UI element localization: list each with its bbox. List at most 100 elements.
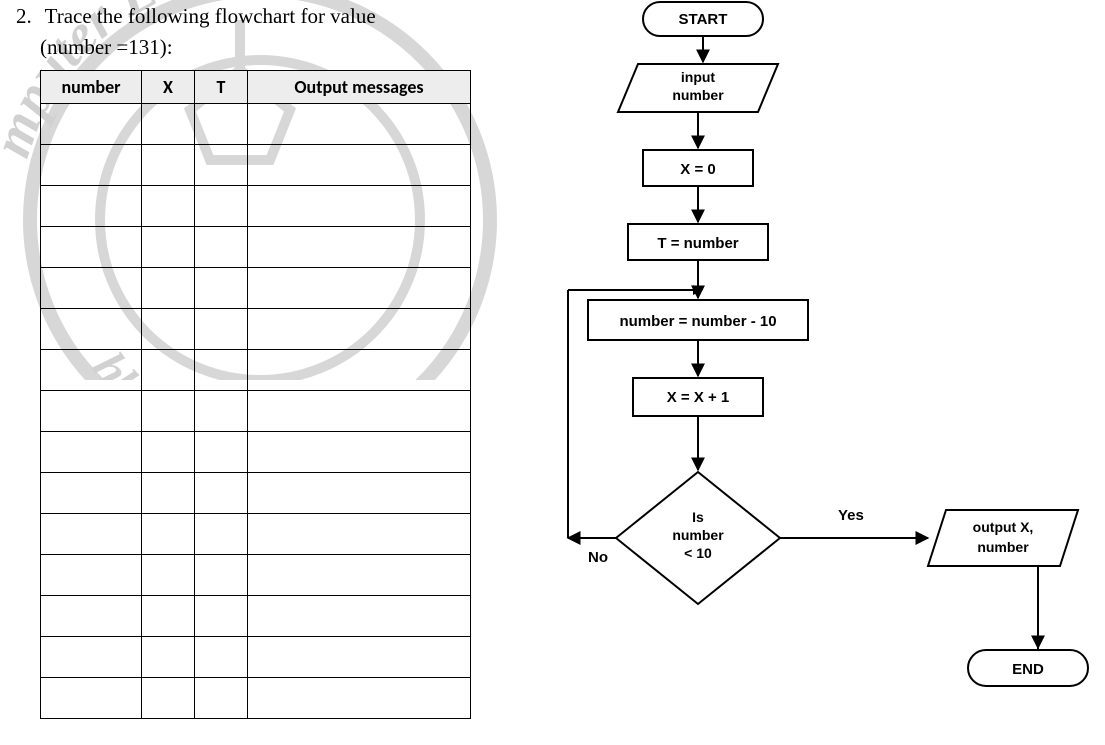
node-init-t: T = number [657, 235, 738, 252]
table-cell [195, 268, 248, 309]
table-cell [142, 637, 195, 678]
node-out-l2: number [977, 539, 1029, 555]
table-cell [142, 391, 195, 432]
table-cell [195, 186, 248, 227]
node-dec-l2: number [672, 527, 724, 543]
table-cell [41, 555, 142, 596]
table-cell [142, 350, 195, 391]
table-cell [41, 678, 142, 719]
table-cell [142, 432, 195, 473]
table-cell [195, 309, 248, 350]
table-cell [142, 145, 195, 186]
node-dec-l1: Is [692, 509, 704, 525]
flowchart: START input number X = 0 T = number [548, 0, 1105, 740]
table-cell [248, 309, 471, 350]
table-cell [41, 145, 142, 186]
table-row [41, 145, 471, 186]
table-header-row: number X T Output messages [41, 71, 471, 104]
table-cell [248, 596, 471, 637]
table-cell [195, 227, 248, 268]
th-x: X [142, 71, 195, 104]
table-cell [248, 227, 471, 268]
table-cell [142, 555, 195, 596]
table-cell [41, 473, 142, 514]
table-cell [41, 227, 142, 268]
table-cell [248, 514, 471, 555]
node-init-x: X = 0 [680, 161, 715, 178]
table-cell [41, 186, 142, 227]
question-text: Trace the following flowchart for value [45, 4, 376, 28]
question-number: 2. [16, 4, 32, 28]
table-row [41, 391, 471, 432]
table-cell [41, 514, 142, 555]
table-cell [195, 145, 248, 186]
table-cell [195, 350, 248, 391]
table-cell [248, 104, 471, 145]
table-row [41, 309, 471, 350]
table-cell [248, 268, 471, 309]
table-cell [248, 555, 471, 596]
node-dec-l3: < 10 [684, 545, 712, 561]
question-sub: (number =131): [40, 35, 548, 60]
table-row [41, 678, 471, 719]
table-cell [195, 473, 248, 514]
th-t: T [195, 71, 248, 104]
node-out-l1: output X, [973, 519, 1034, 535]
node-end: END [1012, 661, 1044, 678]
th-output: Output messages [248, 71, 471, 104]
node-input-l1: input [681, 69, 716, 85]
th-number: number [41, 71, 142, 104]
table-row [41, 350, 471, 391]
table-cell [248, 350, 471, 391]
node-input-l2: number [672, 87, 724, 103]
table-cell [248, 391, 471, 432]
edge-yes: Yes [838, 507, 864, 524]
trace-table: number X T Output messages [40, 70, 471, 719]
node-step1: number = number - 10 [619, 313, 776, 330]
node-start: START [679, 11, 728, 28]
table-cell [142, 268, 195, 309]
table-cell [248, 145, 471, 186]
table-row [41, 596, 471, 637]
table-cell [195, 104, 248, 145]
table-cell [142, 473, 195, 514]
table-cell [195, 637, 248, 678]
table-row [41, 637, 471, 678]
table-cell [248, 186, 471, 227]
table-row [41, 555, 471, 596]
table-row [41, 473, 471, 514]
table-cell [41, 350, 142, 391]
table-cell [142, 309, 195, 350]
table-cell [41, 104, 142, 145]
table-cell [248, 637, 471, 678]
table-cell [248, 473, 471, 514]
table-cell [41, 596, 142, 637]
table-cell [195, 514, 248, 555]
table-cell [142, 678, 195, 719]
table-cell [142, 514, 195, 555]
table-cell [41, 268, 142, 309]
table-row [41, 268, 471, 309]
table-cell [142, 227, 195, 268]
table-cell [41, 391, 142, 432]
table-row [41, 432, 471, 473]
table-cell [41, 309, 142, 350]
table-cell [248, 678, 471, 719]
table-row [41, 227, 471, 268]
table-row [41, 104, 471, 145]
table-cell [142, 596, 195, 637]
table-cell [195, 555, 248, 596]
table-row [41, 186, 471, 227]
table-cell [142, 186, 195, 227]
question-line: 2. Trace the following flowchart for val… [16, 4, 548, 29]
table-cell [142, 104, 195, 145]
node-step2: X = X + 1 [667, 389, 730, 406]
table-cell [41, 432, 142, 473]
table-cell [195, 391, 248, 432]
table-cell [41, 637, 142, 678]
table-cell [195, 596, 248, 637]
table-cell [195, 432, 248, 473]
table-row [41, 514, 471, 555]
table-cell [248, 432, 471, 473]
edge-no: No [588, 549, 608, 566]
